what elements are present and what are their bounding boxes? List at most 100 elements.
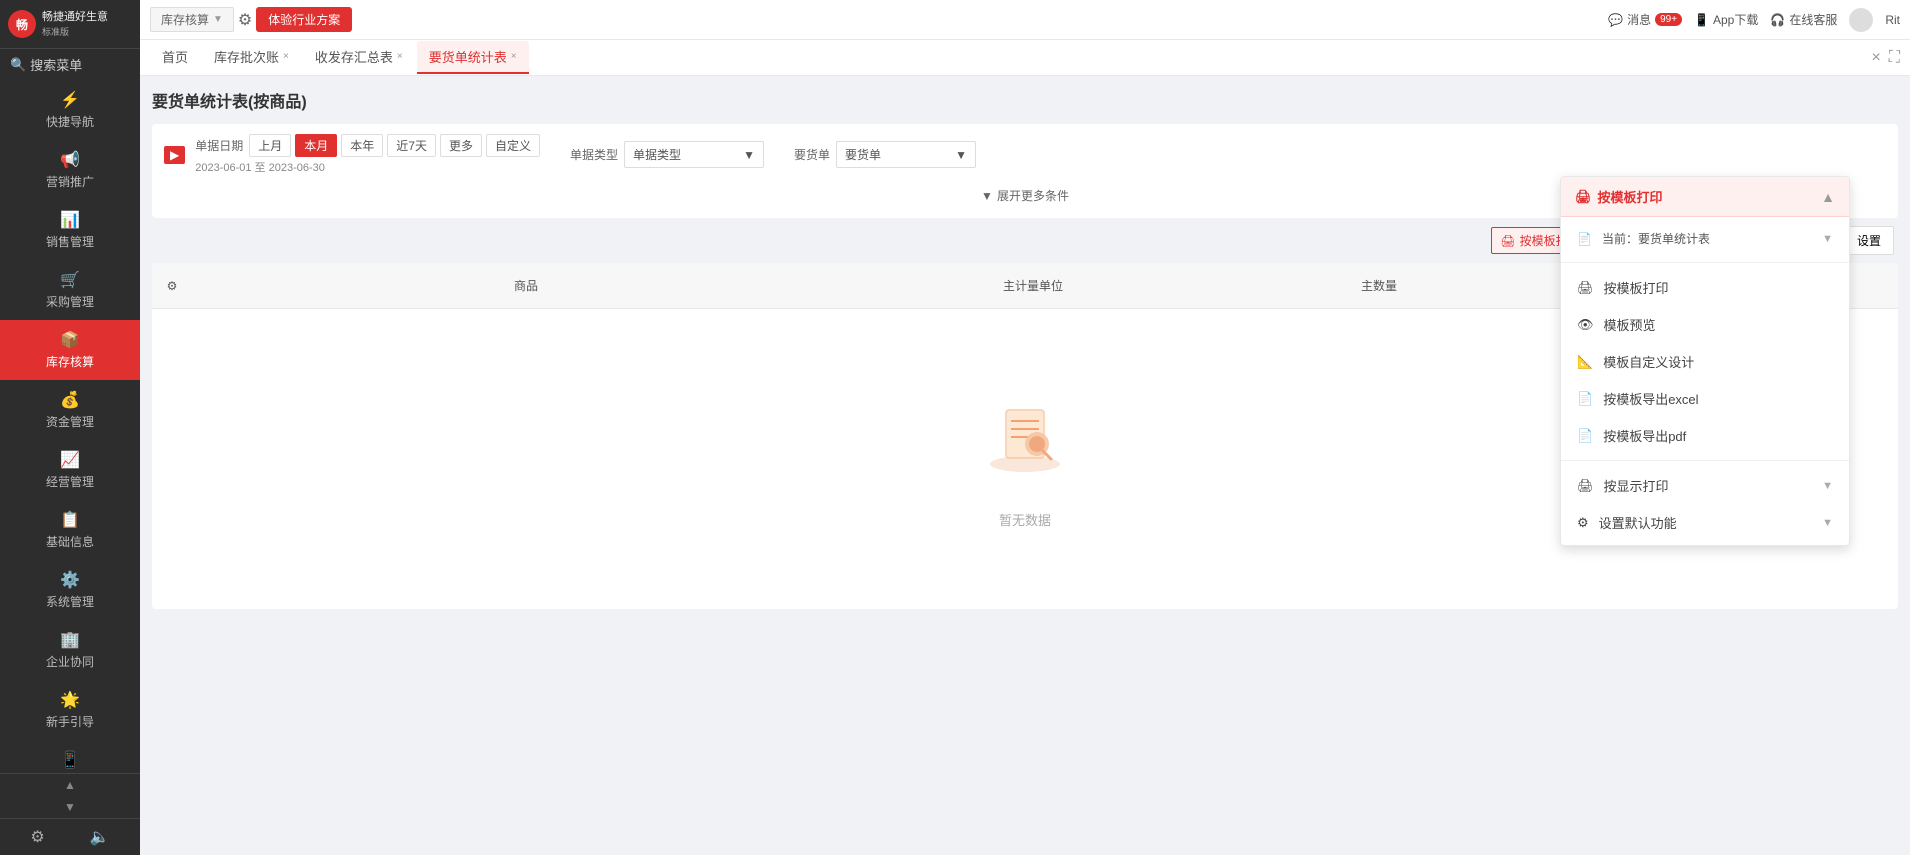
expand-more-btn[interactable]: ▼ 展开更多条件 <box>971 183 1079 208</box>
sidebar-item-quick-nav[interactable]: ⚡ 快捷导航 <box>0 80 140 140</box>
date-filter: 单据日期 上月 本月 本年 近7天 更多 自定义 2023-06-01 至 20… <box>195 134 540 175</box>
sidebar-item-system[interactable]: ⚙️ 系统管理 <box>0 560 140 620</box>
date-btn-this-month[interactable]: 本月 <box>295 134 337 157</box>
sidebar-item-sales[interactable]: 📊 销售管理 <box>0 200 140 260</box>
order-type-select[interactable]: 单据类型 ▼ <box>624 141 764 168</box>
date-btn-last-month[interactable]: 上月 <box>249 134 291 157</box>
sidebar-item-label: 新手引导 <box>46 713 94 730</box>
current-template-icon: 📄 <box>1577 232 1592 246</box>
filter-expand-arrow[interactable]: ▶ <box>164 146 185 164</box>
search-label: 搜索菜单 <box>30 55 82 74</box>
sidebar-item-operations[interactable]: 📈 经营管理 <box>0 440 140 500</box>
date-btn-this-year[interactable]: 本年 <box>341 134 383 157</box>
goods-type-value: 要货单 <box>845 146 881 163</box>
tab-collect-close-icon[interactable]: × <box>397 51 403 62</box>
current-template-item[interactable]: 📄 当前：要货单统计表 ▼ <box>1561 221 1849 256</box>
date-btn-custom[interactable]: 自定义 <box>486 134 540 157</box>
display-print-item[interactable]: 🖨 按显示打印 ▼ <box>1561 467 1849 504</box>
expand-down-icon: ▼ <box>981 189 993 203</box>
enterprise-icon: 🏢 <box>60 630 80 650</box>
dropdown-section-current: 📄 当前：要货单统计表 ▼ <box>1561 217 1849 260</box>
order-type-arrow-icon: ▼ <box>743 148 755 162</box>
tab-order-label: 要货单统计表 <box>429 47 507 66</box>
tab-home[interactable]: 首页 <box>150 41 200 74</box>
display-print-icon: 🖨 <box>1577 478 1594 494</box>
print-template-dropdown: 🖨 按模板打印 ▲ 📄 当前：要货单统计表 ▼ 🖨 按模板打印 <box>1560 176 1850 546</box>
tab-home-label: 首页 <box>162 47 188 66</box>
date-label: 单据日期 <box>195 137 243 154</box>
date-btn-more[interactable]: 更多 <box>440 134 482 157</box>
user-avatar-icon <box>1849 8 1873 32</box>
dropdown-close-icon[interactable]: ▲ <box>1821 189 1835 205</box>
dropdown-item-export-pdf[interactable]: 📄 按模板导出pdf <box>1561 417 1849 454</box>
user-avatar[interactable] <box>1849 8 1873 32</box>
tab-collect-label: 收发存汇总表 <box>315 47 393 66</box>
tab-order-stats[interactable]: 要货单统计表 × <box>417 41 529 74</box>
sidebar-item-label: 营销推广 <box>46 173 94 190</box>
tab-order-close-icon[interactable]: × <box>511 51 517 62</box>
sidebar-item-guide[interactable]: 🌟 新手引导 <box>0 680 140 740</box>
sidebar-item-marketing[interactable]: 📢 营销推广 <box>0 140 140 200</box>
tab-expand-icon[interactable]: ⛶ <box>1889 49 1900 67</box>
sidebar-search[interactable]: 🔍 搜索菜单 <box>0 49 140 80</box>
order-type-filter: 单据类型 单据类型 ▼ <box>570 141 764 168</box>
goods-type-label: 要货单 <box>794 146 830 163</box>
online-service-button[interactable]: 🎧 在线客服 <box>1770 11 1837 28</box>
tab-collect-summary[interactable]: 收发存汇总表 × <box>303 41 415 74</box>
template-print-label: 按模板打印 <box>1604 278 1669 297</box>
user-name[interactable]: Rit <box>1885 13 1900 27</box>
dropdown-section-display: 🖨 按显示打印 ▼ ⚙ 设置默认功能 ▼ <box>1561 463 1849 545</box>
table-col-goods: 商品 <box>192 271 860 300</box>
sidebar-item-inventory[interactable]: 📦 库存核算 <box>0 320 140 380</box>
dropdown-item-template-preview[interactable]: 👁 模板预览 <box>1561 306 1849 343</box>
tab-batch-close-icon[interactable]: × <box>283 51 289 62</box>
template-design-label: 模板自定义设计 <box>1603 352 1694 371</box>
sidebar-item-label: 库存核算 <box>46 353 94 370</box>
topbar-settings-icon[interactable]: ⚙ <box>238 10 252 30</box>
dropdown-item-export-excel[interactable]: 📄 按模板导出excel <box>1561 380 1849 417</box>
scroll-down-icon: ▼ <box>64 800 76 814</box>
sidebar-bottom: ⚙ 🔈 <box>0 818 140 855</box>
operations-icon: 📈 <box>60 450 80 470</box>
table-settings-btn[interactable]: 设置 <box>1844 226 1894 255</box>
tab-close-all-icon[interactable]: × <box>1871 49 1880 67</box>
default-settings-arrow-icon: ▼ <box>1822 517 1833 529</box>
trial-button[interactable]: 体验行业方案 <box>256 7 352 32</box>
table-col-qty: 主数量 <box>1206 271 1552 300</box>
sidebar-scroll-up[interactable]: ▲ <box>0 773 140 796</box>
app-download-button[interactable]: 📱 App下载 <box>1694 11 1758 28</box>
sidebar-item-label: 快捷导航 <box>46 113 94 130</box>
empty-text: 暂无数据 <box>999 510 1051 529</box>
sidebar-item-purchase[interactable]: 🛒 采购管理 <box>0 260 140 320</box>
content-area: 要货单统计表(按商品) ▶ 单据日期 上月 本月 本年 近7天 更多 <box>140 76 1910 855</box>
template-design-icon: 📐 <box>1577 354 1593 370</box>
sidebar-item-finance[interactable]: 💰 资金管理 <box>0 380 140 440</box>
export-excel-icon: 📄 <box>1577 391 1593 407</box>
table-col-checkbox[interactable]: ⚙ <box>152 273 192 299</box>
settings-bottom-icon[interactable]: ⚙ <box>30 827 44 847</box>
purchase-icon: 🛒 <box>60 270 80 290</box>
dropdown-item-template-design[interactable]: 📐 模板自定义设计 <box>1561 343 1849 380</box>
default-settings-item[interactable]: ⚙ 设置默认功能 ▼ <box>1561 504 1849 541</box>
user-name-text: Rit <box>1885 13 1900 27</box>
sidebar-item-basics[interactable]: 📋 基础信息 <box>0 500 140 560</box>
sidebar-item-apps[interactable]: 📱 应用中心 <box>0 740 140 773</box>
current-template-arrow-icon: ▼ <box>1822 233 1833 245</box>
sidebar-item-enterprise[interactable]: 🏢 企业协同 <box>0 620 140 680</box>
goods-type-select[interactable]: 要货单 ▼ <box>836 141 976 168</box>
messages-label: 消息 <box>1627 11 1651 28</box>
date-btn-7days[interactable]: 近7天 <box>387 134 436 157</box>
dropdown-item-template-print[interactable]: 🖨 按模板打印 <box>1561 269 1849 306</box>
tab-batch-account[interactable]: 库存批次账 × <box>202 41 301 74</box>
search-icon: 🔍 <box>10 57 26 73</box>
sidebar-item-label: 资金管理 <box>46 413 94 430</box>
export-pdf-icon: 📄 <box>1577 428 1593 444</box>
messages-button[interactable]: 💬 消息 99+ <box>1608 11 1682 28</box>
app-download-icon: 📱 <box>1694 13 1709 27</box>
app-name: 畅捷通好生意 <box>42 10 108 24</box>
print-template-dropdown-icon: 🖨 <box>1575 189 1592 205</box>
sound-bottom-icon[interactable]: 🔈 <box>90 827 110 847</box>
sidebar-scroll-down[interactable]: ▼ <box>0 796 140 818</box>
sidebar-item-label: 基础信息 <box>46 533 94 550</box>
topbar-breadcrumb[interactable]: 库存核算 ▼ <box>150 7 234 32</box>
